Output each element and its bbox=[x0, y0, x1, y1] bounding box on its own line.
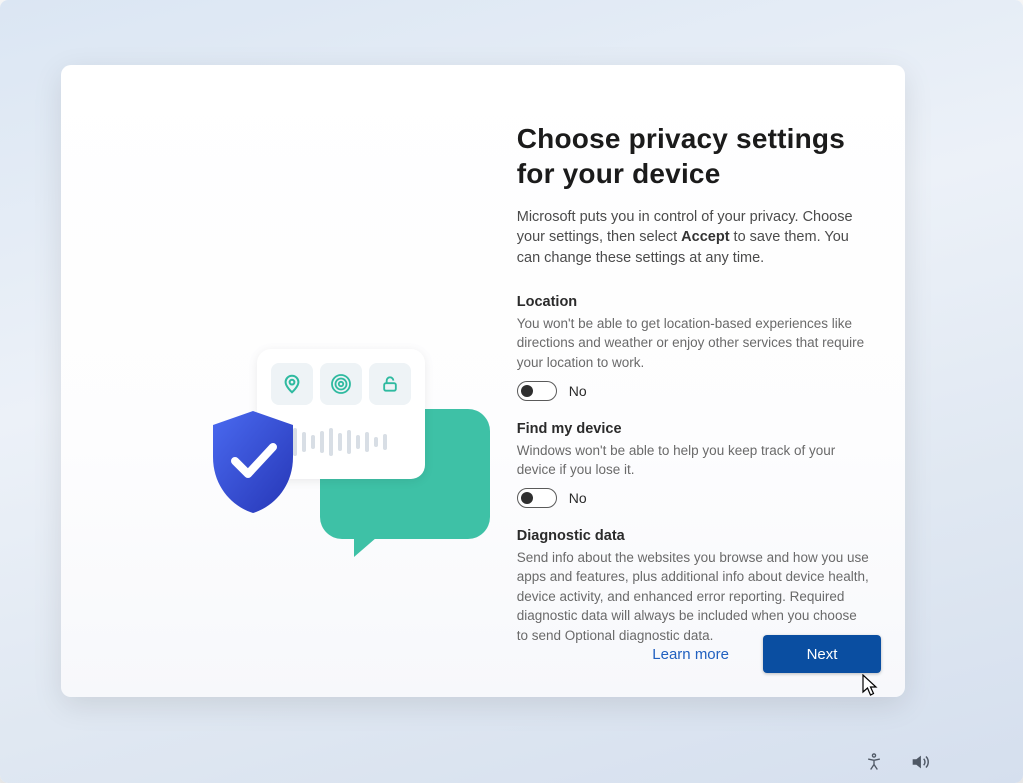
setting-desc: You won't be able to get location-based … bbox=[517, 314, 869, 373]
setting-desc: Windows won't be able to help you keep t… bbox=[517, 441, 869, 480]
privacy-card: Choose privacy settings for your device … bbox=[61, 65, 905, 697]
setting-location: Location You won't be able to get locati… bbox=[517, 294, 869, 401]
setting-find-my-device: Find my device Windows won't be able to … bbox=[517, 421, 869, 508]
toggle-row: No bbox=[517, 381, 869, 401]
setting-title: Find my device bbox=[517, 421, 869, 437]
fingerprint-icon bbox=[320, 363, 362, 405]
illustration-column bbox=[61, 65, 517, 697]
accessibility-icon[interactable] bbox=[863, 751, 885, 773]
card-footer: Learn more Next bbox=[652, 635, 881, 673]
system-tray bbox=[863, 751, 931, 773]
toggle-row: No bbox=[517, 488, 869, 508]
privacy-illustration bbox=[205, 349, 515, 559]
toggle-label: No bbox=[569, 383, 587, 399]
volume-icon[interactable] bbox=[909, 751, 931, 773]
location-pin-icon bbox=[271, 363, 313, 405]
content-column: Choose privacy settings for your device … bbox=[517, 65, 905, 697]
setting-title: Diagnostic data bbox=[517, 528, 869, 544]
page-title: Choose privacy settings for your device bbox=[517, 121, 869, 191]
page-subtitle: Microsoft puts you in control of your pr… bbox=[517, 207, 869, 268]
oobe-desktop: Choose privacy settings for your device … bbox=[0, 0, 1023, 783]
find-my-device-toggle[interactable] bbox=[517, 488, 557, 508]
shield-check-icon bbox=[205, 407, 301, 517]
learn-more-link[interactable]: Learn more bbox=[652, 646, 729, 663]
toggle-label: No bbox=[569, 490, 587, 506]
lock-icon bbox=[369, 363, 411, 405]
setting-title: Location bbox=[517, 294, 869, 310]
location-toggle[interactable] bbox=[517, 381, 557, 401]
subtitle-bold: Accept bbox=[681, 229, 729, 245]
next-button[interactable]: Next bbox=[763, 635, 881, 673]
setting-desc: Send info about the websites you browse … bbox=[517, 548, 869, 646]
